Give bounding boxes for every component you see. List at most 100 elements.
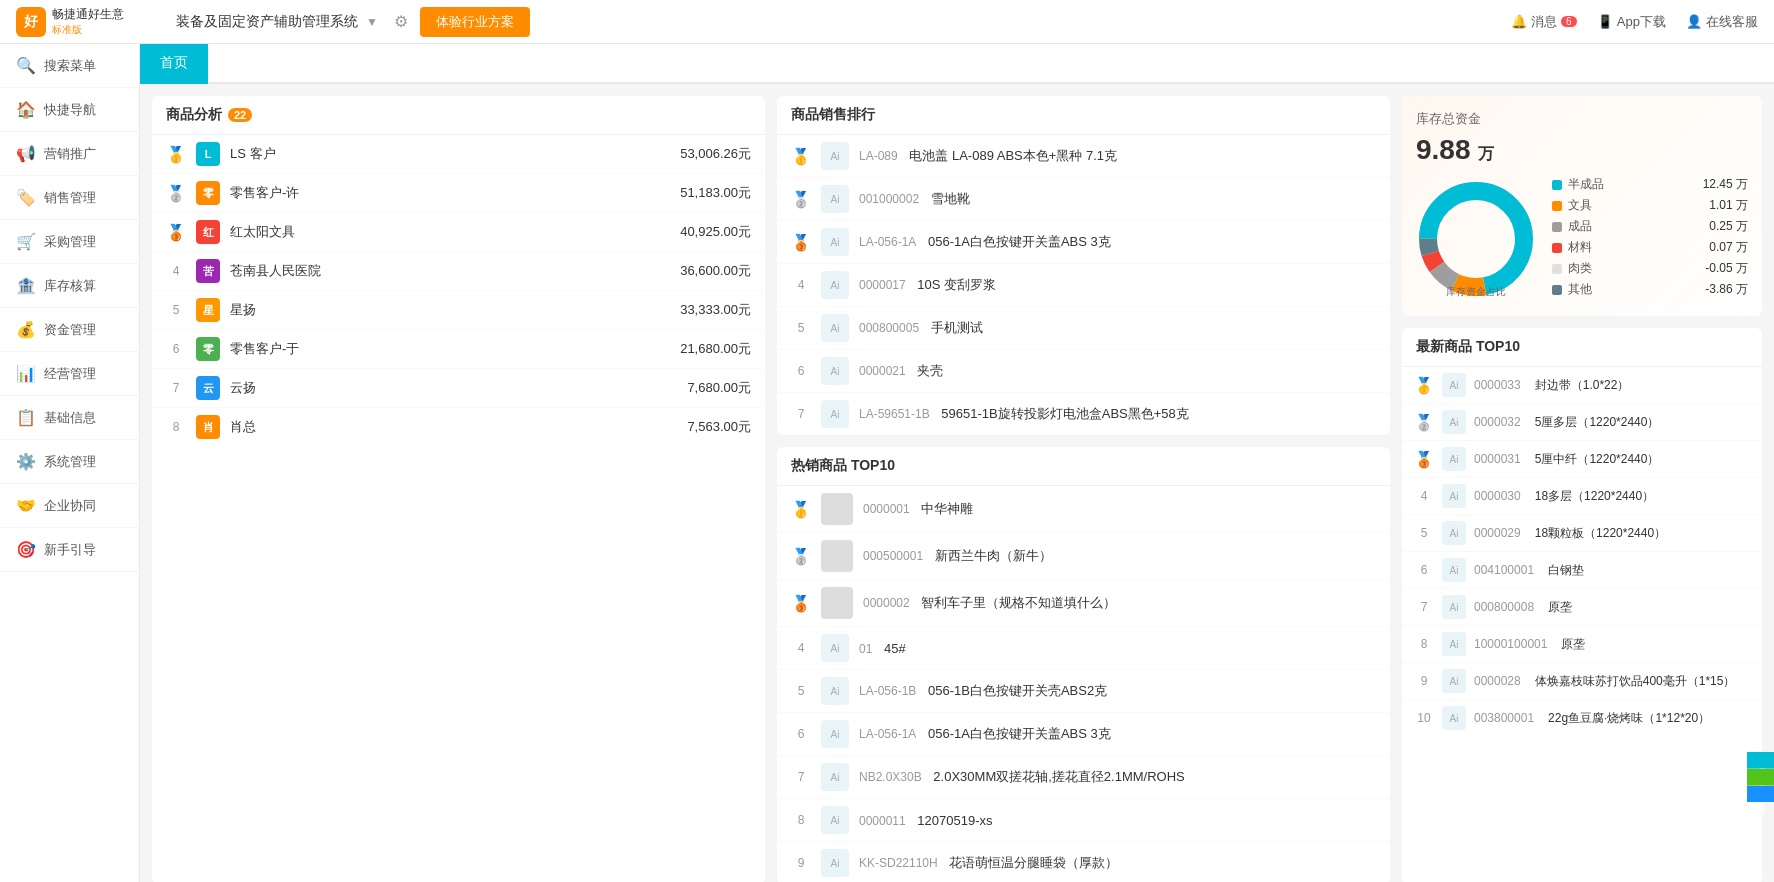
system-selector[interactable]: 装备及固定资产辅助管理系统 ▼ ⚙ — [176, 12, 408, 31]
mid-product-row[interactable]: 🥇 Ai LA-089 电池盖 LA-089 ABS本色+黑种 7.1克 — [777, 135, 1390, 178]
customer-row[interactable]: 🥇 L LS 客户 53,006.26元 — [152, 135, 765, 174]
hot-product-row[interactable]: 6 Ai LA-056-1A 056-1A白色按键开关盖ABS 3克 — [777, 713, 1390, 756]
sidebar-item-cooperation[interactable]: 🤝 企业协同 — [0, 484, 139, 528]
customer-name: 零售客户-于 — [230, 340, 670, 358]
product-info: 0000002 智利车子里（规格不知道填什么） — [863, 594, 1376, 612]
donut-chart: 库存资金占比 — [1416, 179, 1536, 299]
new-product-row[interactable]: 4 Ai 0000030 18多层（1220*2440） — [1402, 478, 1762, 515]
online-service-item[interactable]: 👤 在线客服 — [1686, 13, 1758, 31]
legend-value: 12.45 万 — [1703, 176, 1748, 193]
hot-product-row[interactable]: 🥉 0000002 智利车子里（规格不知道填什么） — [777, 580, 1390, 627]
customer-name: LS 客户 — [230, 145, 670, 163]
trial-button[interactable]: 体验行业方案 — [420, 7, 530, 37]
chart-label: 库存资金占比 — [1416, 285, 1536, 299]
product-name: 12070519-xs — [917, 813, 992, 828]
purchase-icon: 🛒 — [16, 232, 36, 251]
new-product-name: 原垄 — [1548, 599, 1572, 616]
content-area: 商品分析 22 🥇 L LS 客户 53,006.26元 🥈 零 零售客户-许 … — [140, 84, 1774, 882]
service-community-btn[interactable]: 服务社区 — [1747, 769, 1774, 786]
customer-row[interactable]: 🥈 零 零售客户-许 51,183.00元 — [152, 174, 765, 213]
sidebar-item-sales[interactable]: 🏷️ 销售管理 — [0, 176, 139, 220]
new-product-row[interactable]: 🥈 Ai 0000032 5厘多层（1220*2440） — [1402, 404, 1762, 441]
new-product-row[interactable]: 8 Ai 10000100001 原垄 — [1402, 626, 1762, 663]
mid-product-row[interactable]: 6 Ai 0000021 夹壳 — [777, 350, 1390, 393]
customer-amount: 51,183.00元 — [680, 184, 751, 202]
customer-amount: 7,680.00元 — [687, 379, 751, 397]
hot-product-row[interactable]: 5 Ai LA-056-1B 056-1B白色按键开关壳ABS2克 — [777, 670, 1390, 713]
product-icon: Ai — [821, 634, 849, 662]
live-btn[interactable]: 直播 — [1747, 786, 1774, 802]
product-name: 手机测试 — [931, 320, 983, 335]
new-products-header: 最新商品 TOP10 — [1402, 328, 1762, 367]
gear-icon[interactable]: ⚙ — [394, 12, 408, 31]
hot-product-row[interactable]: 9 Ai KK-SD22110H 花语萌恒温分腿睡袋（厚款） — [777, 842, 1390, 882]
sidebar-item-purchase[interactable]: 🛒 采购管理 — [0, 220, 139, 264]
mid-product-row[interactable]: 5 Ai 000800005 手机测试 — [777, 307, 1390, 350]
logo-text: 畅捷通好生意 标准版 — [52, 7, 124, 36]
rank-num: 7 — [1414, 600, 1434, 614]
new-product-code: 004100001 — [1474, 563, 1534, 577]
guide-icon: 🎯 — [16, 540, 36, 559]
notifications-item[interactable]: 🔔 消息 6 — [1511, 13, 1577, 31]
hot-product-row[interactable]: 🥈 000500001 新西兰牛肉（新牛） — [777, 533, 1390, 580]
product-info: LA-089 电池盖 LA-089 ABS本色+黑种 7.1克 — [859, 147, 1376, 165]
customer-row[interactable]: 7 云 云扬 7,680.00元 — [152, 369, 765, 408]
hot-product-row[interactable]: 8 Ai 0000011 12070519-xs — [777, 799, 1390, 842]
sidebar-item-system[interactable]: ⚙️ 系统管理 — [0, 440, 139, 484]
legend-dot — [1552, 243, 1562, 253]
new-product-row[interactable]: 7 Ai 000800008 原垄 — [1402, 589, 1762, 626]
legend-name: 材料 — [1568, 239, 1703, 256]
new-products-card: 最新商品 TOP10 🥇 Ai 0000033 封边带（1.0*22） 🥈 Ai… — [1402, 328, 1762, 882]
inventory-header: 库存总资金 — [1416, 110, 1748, 128]
main-content: 首页 商品分析 22 🥇 L LS 客户 53,006.26元 🥈 零 零售客户… — [140, 44, 1774, 882]
customer-amount: 36,600.00元 — [680, 262, 751, 280]
sidebar-item-guide[interactable]: 🎯 新手引导 — [0, 528, 139, 572]
tab-home[interactable]: 首页 — [140, 44, 208, 84]
rank-num: 5 — [791, 321, 811, 335]
new-product-code: 000800008 — [1474, 600, 1534, 614]
product-code: 0000021 — [859, 364, 906, 378]
sidebar-item-finance[interactable]: 💰 资金管理 — [0, 308, 139, 352]
top-customers-title: 商品分析 22 — [166, 106, 252, 124]
new-product-row[interactable]: 5 Ai 0000029 18颗粒板（1220*2440） — [1402, 515, 1762, 552]
service-hotline-btn[interactable]: 客服热线 — [1747, 752, 1774, 769]
new-product-row[interactable]: 6 Ai 004100001 白钢垫 — [1402, 552, 1762, 589]
sidebar-item-inventory[interactable]: 🏦 库存核算 — [0, 264, 139, 308]
new-product-row[interactable]: 10 Ai 003800001 22g鱼豆腐·烧烤味（1*12*20） — [1402, 700, 1762, 736]
hot-product-row[interactable]: 7 Ai NB2.0X30B 2.0X30MM双搓花轴,搓花直径2.1MM/RO… — [777, 756, 1390, 799]
product-info: NB2.0X30B 2.0X30MM双搓花轴,搓花直径2.1MM/ROHS — [859, 768, 1376, 786]
product-icon: Ai — [821, 763, 849, 791]
new-product-name: 5厘多层（1220*2440） — [1535, 414, 1660, 431]
product-name: 雪地靴 — [931, 191, 970, 206]
sidebar-item-operations[interactable]: 📊 经营管理 — [0, 352, 139, 396]
sidebar-item-base-info[interactable]: 📋 基础信息 — [0, 396, 139, 440]
customer-row[interactable]: 🥉 红 红太阳文具 40,925.00元 — [152, 213, 765, 252]
hot-product-row[interactable]: 4 Ai 01 45# — [777, 627, 1390, 670]
sidebar-item-quick-nav[interactable]: 🏠 快捷导航 — [0, 88, 139, 132]
mid-product-row[interactable]: 🥉 Ai LA-056-1A 056-1A白色按键开关盖ABS 3克 — [777, 221, 1390, 264]
sidebar-item-marketing[interactable]: 📢 营销推广 — [0, 132, 139, 176]
new-product-row[interactable]: 🥉 Ai 0000031 5厘中纤（1220*2440） — [1402, 441, 1762, 478]
service-icon: 👤 — [1686, 14, 1702, 29]
customer-avatar: 零 — [196, 337, 220, 361]
mid-product-row[interactable]: 4 Ai 0000017 10S 变刮罗浆 — [777, 264, 1390, 307]
legend-item: 肉类 -0.05 万 — [1552, 260, 1748, 277]
sidebar-item-search[interactable]: 🔍 搜索菜单 — [0, 44, 139, 88]
hot-product-row[interactable]: 🥇 0000001 中华神雕 — [777, 486, 1390, 533]
app-download-item[interactable]: 📱 App下载 — [1597, 13, 1666, 31]
customer-avatar: 云 — [196, 376, 220, 400]
legend-name: 其他 — [1568, 281, 1699, 298]
product-icon: Ai — [1442, 669, 1466, 693]
new-product-row[interactable]: 9 Ai 0000028 体焕嘉枝味苏打饮品400毫升（1*15） — [1402, 663, 1762, 700]
customer-row[interactable]: 6 零 零售客户-于 21,680.00元 — [152, 330, 765, 369]
mid-product-row[interactable]: 7 Ai LA-59651-1B 59651-1B旋转投影灯电池盒ABS黑色+5… — [777, 393, 1390, 435]
customer-row[interactable]: 5 星 星扬 33,333.00元 — [152, 291, 765, 330]
customer-row[interactable]: 8 肖 肖总 7,563.00元 — [152, 408, 765, 446]
product-code: 000800005 — [859, 321, 919, 335]
mid-product-row[interactable]: 🥈 Ai 001000002 雪地靴 — [777, 178, 1390, 221]
inventory-chart-area: 库存资金占比 半成品 12.45 万 文具 1.01 万 成品 0.25 万 材… — [1416, 176, 1748, 302]
customer-row[interactable]: 4 苦 苍南县人民医院 36,600.00元 — [152, 252, 765, 291]
chevron-down-icon[interactable]: ▼ — [366, 15, 378, 29]
inventory-summary-card: 库存总资金 9.88 万 — [1402, 96, 1762, 316]
new-product-row[interactable]: 🥇 Ai 0000033 封边带（1.0*22） — [1402, 367, 1762, 404]
